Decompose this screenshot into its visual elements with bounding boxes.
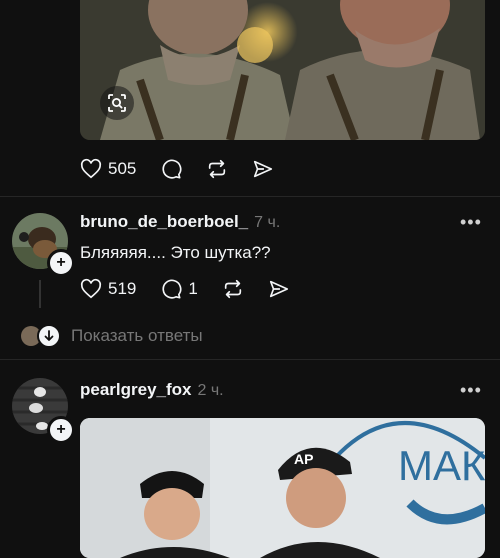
like-count: 519 <box>108 279 137 298</box>
comment-button[interactable] <box>160 158 182 180</box>
comment-icon <box>162 279 182 299</box>
reply-text: Бляяяяя.... Это шутка?? <box>80 243 271 262</box>
visual-search-button[interactable] <box>100 86 134 120</box>
like-button[interactable]: 505 <box>80 158 136 180</box>
reply-actions: 519 1 <box>80 278 314 300</box>
username[interactable]: pearlgrey_fox <box>80 380 192 400</box>
thread-line <box>39 280 41 308</box>
comment-icon <box>162 159 182 179</box>
post-actions-top: 505 <box>80 158 298 180</box>
cap-logo: AP <box>294 451 313 467</box>
like-count: 505 <box>108 159 137 178</box>
repost-button[interactable] <box>222 278 244 300</box>
plus-icon: + <box>56 421 66 438</box>
sign-text: МАК <box>398 442 485 489</box>
share-icon <box>254 160 273 178</box>
comment-button[interactable]: 1 <box>160 278 198 300</box>
follow-button[interactable]: + <box>47 416 75 444</box>
follow-button[interactable]: + <box>47 249 75 277</box>
reply-header: bruno_de_boerboel_ 7 ч. <box>80 212 280 232</box>
repost-icon <box>224 279 242 299</box>
post-image-top[interactable] <box>80 0 485 140</box>
timestamp: 2 ч. <box>197 382 224 399</box>
divider <box>0 196 500 197</box>
arrow-down-icon <box>37 324 61 348</box>
timestamp: 7 ч. <box>254 214 281 231</box>
more-options-button[interactable]: ••• <box>460 380 482 401</box>
visual-search-icon <box>108 94 126 112</box>
post-header: pearlgrey_fox 2 ч. <box>80 380 224 400</box>
repost-button[interactable] <box>206 158 228 180</box>
heart-icon <box>80 158 102 179</box>
show-replies-label: Показать ответы <box>71 326 203 345</box>
username[interactable]: bruno_de_boerboel_ <box>80 212 248 232</box>
plus-icon: + <box>56 254 66 271</box>
comment-count: 1 <box>188 279 198 298</box>
divider <box>0 359 500 360</box>
share-icon <box>269 280 288 298</box>
heart-icon <box>80 278 102 299</box>
share-button[interactable] <box>252 158 274 180</box>
show-replies-button[interactable]: Показать ответы <box>21 324 203 348</box>
repost-icon <box>209 159 226 179</box>
like-button[interactable]: 519 <box>80 278 136 300</box>
post-image[interactable]: МАК AP <box>80 418 485 558</box>
more-options-button[interactable]: ••• <box>460 212 482 233</box>
share-button[interactable] <box>268 278 290 300</box>
